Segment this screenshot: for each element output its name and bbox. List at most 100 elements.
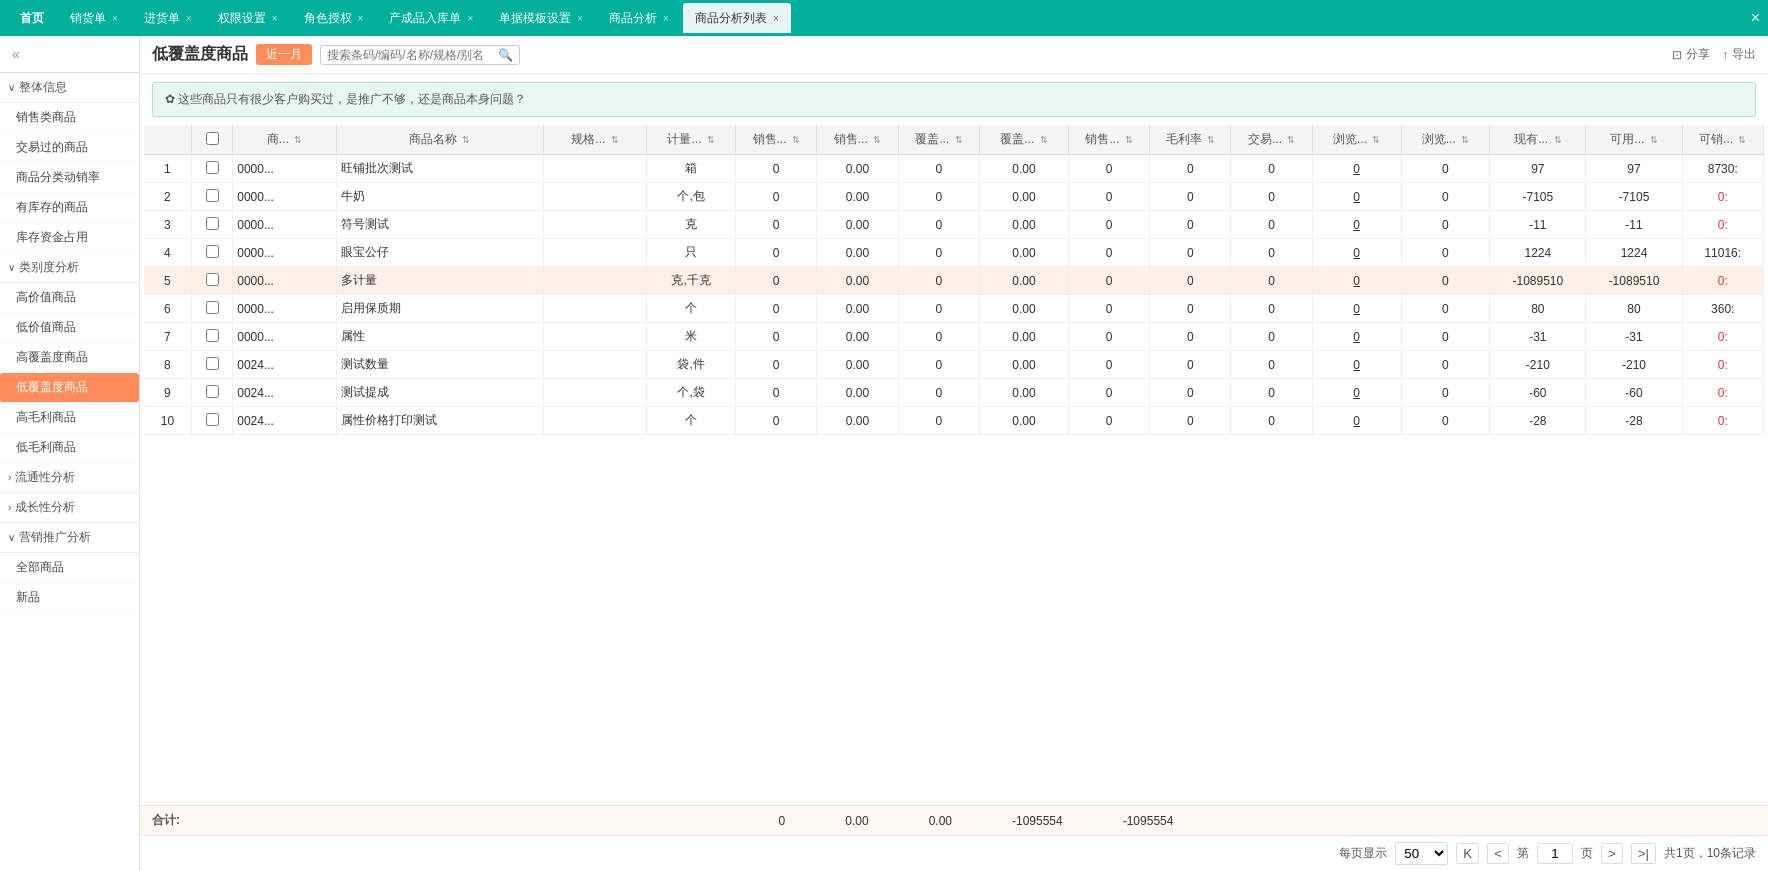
close-icon[interactable]: × bbox=[186, 13, 192, 24]
close-icon[interactable]: × bbox=[663, 13, 669, 24]
nav-tab-purchase[interactable]: 进货单 × bbox=[132, 3, 204, 33]
row-checkbox[interactable] bbox=[206, 357, 219, 370]
sidebar-item-low-coverage[interactable]: 低覆盖度商品 bbox=[0, 373, 139, 403]
nav-tab-goods-analysis[interactable]: 商品分析 × bbox=[597, 3, 681, 33]
cell-browse1[interactable]: 0 bbox=[1312, 379, 1401, 407]
sidebar-item-category-rate[interactable]: 商品分类动销率 bbox=[0, 163, 139, 193]
th-sales2[interactable]: 销售... ⇅ bbox=[817, 125, 898, 155]
next-page-button[interactable]: > bbox=[1601, 843, 1623, 864]
th-cover1[interactable]: 覆盖... ⇅ bbox=[898, 125, 979, 155]
prev-page-button[interactable]: < bbox=[1487, 843, 1509, 864]
sidebar-item-sales-goods[interactable]: 销售类商品 bbox=[0, 103, 139, 133]
close-all-button[interactable]: × bbox=[1751, 9, 1760, 27]
cell-browse1[interactable]: 0 bbox=[1312, 155, 1401, 183]
sidebar-item-low-value[interactable]: 低价值商品 bbox=[0, 313, 139, 343]
row-checkbox[interactable] bbox=[206, 385, 219, 398]
cell-check[interactable] bbox=[191, 407, 232, 435]
last-page-button[interactable]: >| bbox=[1631, 843, 1656, 864]
close-icon[interactable]: × bbox=[773, 13, 779, 24]
nav-tab-role[interactable]: 角色授权 × bbox=[292, 3, 376, 33]
cell-check[interactable] bbox=[191, 351, 232, 379]
nav-tab-product-warehouse[interactable]: 产成品入库单 × bbox=[377, 3, 485, 33]
sidebar-section-category[interactable]: ∨ 类别度分析 bbox=[0, 253, 139, 283]
th-check[interactable] bbox=[191, 125, 232, 155]
nav-tab-permission[interactable]: 权限设置 × bbox=[206, 3, 290, 33]
cell-browse1[interactable]: 0 bbox=[1312, 351, 1401, 379]
sidebar-section-liquidity[interactable]: › 流通性分析 bbox=[0, 463, 139, 493]
cell-browse1[interactable]: 0 bbox=[1312, 239, 1401, 267]
th-browse2[interactable]: 浏览... ⇅ bbox=[1401, 125, 1490, 155]
first-page-button[interactable]: K bbox=[1456, 843, 1479, 864]
th-trade[interactable]: 交易... ⇅ bbox=[1231, 125, 1312, 155]
period-button[interactable]: 近一月 bbox=[256, 44, 312, 65]
cell-check[interactable] bbox=[191, 267, 232, 295]
nav-tab-template[interactable]: 单据模板设置 × bbox=[487, 3, 595, 33]
cell-check[interactable] bbox=[191, 155, 232, 183]
cell-check[interactable] bbox=[191, 379, 232, 407]
close-icon[interactable]: × bbox=[112, 13, 118, 24]
cell-browse1[interactable]: 0 bbox=[1312, 323, 1401, 351]
row-checkbox[interactable] bbox=[206, 273, 219, 286]
close-icon[interactable]: × bbox=[358, 13, 364, 24]
sidebar-item-traded-goods[interactable]: 交易过的商品 bbox=[0, 133, 139, 163]
th-unit[interactable]: 计量... ⇅ bbox=[647, 125, 736, 155]
close-icon[interactable]: × bbox=[272, 13, 278, 24]
th-browse1[interactable]: 浏览... ⇅ bbox=[1312, 125, 1401, 155]
select-all-checkbox[interactable] bbox=[206, 132, 219, 145]
th-spec[interactable]: 规格... ⇅ bbox=[543, 125, 647, 155]
th-avail[interactable]: 可用... ⇅ bbox=[1586, 125, 1682, 155]
nav-tab-home[interactable]: 首页 bbox=[8, 3, 56, 33]
cell-browse1[interactable]: 0 bbox=[1312, 267, 1401, 295]
search-icon[interactable]: 🔍 bbox=[498, 48, 513, 62]
per-page-select[interactable]: 50 100 200 bbox=[1395, 842, 1448, 865]
export-button[interactable]: ↑ 导出 bbox=[1722, 46, 1756, 63]
row-checkbox[interactable] bbox=[206, 217, 219, 230]
row-checkbox[interactable] bbox=[206, 413, 219, 426]
th-sales3[interactable]: 销售... ⇅ bbox=[1068, 125, 1149, 155]
cell-check[interactable] bbox=[191, 183, 232, 211]
sidebar-item-inventory-capital[interactable]: 库存资金占用 bbox=[0, 223, 139, 253]
sidebar-section-marketing[interactable]: ∨ 营销推广分析 bbox=[0, 523, 139, 553]
sidebar-section-growth[interactable]: › 成长性分析 bbox=[0, 493, 139, 523]
sidebar-item-stocked-goods[interactable]: 有库存的商品 bbox=[0, 193, 139, 223]
cell-browse1[interactable]: 0 bbox=[1312, 183, 1401, 211]
data-table-container[interactable]: 商... ⇅ 商品名称 ⇅ 规格... ⇅ 计量... bbox=[140, 125, 1768, 805]
page-number-input[interactable] bbox=[1537, 843, 1573, 864]
cell-browse1[interactable]: 0 bbox=[1312, 211, 1401, 239]
cell-check[interactable] bbox=[191, 323, 232, 351]
table-row: 5 0000... 多计量 克,千克 0 0.00 0 0.00 0 0 0 0… bbox=[144, 267, 1764, 295]
th-name[interactable]: 商品名称 ⇅ bbox=[336, 125, 543, 155]
cell-browse1[interactable]: 0 bbox=[1312, 407, 1401, 435]
share-button[interactable]: ⊡ 分享 bbox=[1672, 46, 1710, 63]
sidebar-item-high-value[interactable]: 高价值商品 bbox=[0, 283, 139, 313]
cell-browse1[interactable]: 0 bbox=[1312, 295, 1401, 323]
collapse-button[interactable]: « bbox=[8, 42, 24, 66]
th-code[interactable]: 商... ⇅ bbox=[233, 125, 337, 155]
row-checkbox[interactable] bbox=[206, 189, 219, 202]
row-checkbox[interactable] bbox=[206, 161, 219, 174]
nav-tab-goods-analysis-list[interactable]: 商品分析列表 × bbox=[683, 3, 791, 33]
th-sell[interactable]: 可销... ⇅ bbox=[1682, 125, 1763, 155]
cell-check[interactable] bbox=[191, 239, 232, 267]
th-sales1[interactable]: 销售... ⇅ bbox=[736, 125, 817, 155]
sidebar-item-low-margin[interactable]: 低毛利商品 bbox=[0, 433, 139, 463]
cell-check[interactable] bbox=[191, 211, 232, 239]
sidebar-section-overall[interactable]: ∨ 整体信息 bbox=[0, 73, 139, 103]
close-icon[interactable]: × bbox=[577, 13, 583, 24]
sidebar-item-high-coverage[interactable]: 高覆盖度商品 bbox=[0, 343, 139, 373]
sidebar-item-new-goods[interactable]: 新品 bbox=[0, 583, 139, 613]
row-checkbox[interactable] bbox=[206, 329, 219, 342]
row-checkbox[interactable] bbox=[206, 245, 219, 258]
cell-check[interactable] bbox=[191, 295, 232, 323]
th-gross[interactable]: 毛利率 ⇅ bbox=[1150, 125, 1231, 155]
search-input[interactable] bbox=[327, 48, 498, 62]
nav-tab-sales[interactable]: 销货单 × bbox=[58, 3, 130, 33]
sidebar-item-high-margin[interactable]: 高毛利商品 bbox=[0, 403, 139, 433]
cell-code: 0000... bbox=[233, 239, 337, 267]
sidebar-item-all-goods[interactable]: 全部商品 bbox=[0, 553, 139, 583]
footer-avail-total: -1095554 bbox=[1123, 814, 1174, 828]
th-cover2[interactable]: 覆盖... ⇅ bbox=[980, 125, 1069, 155]
th-curr1[interactable]: 现有... ⇅ bbox=[1490, 125, 1586, 155]
row-checkbox[interactable] bbox=[206, 301, 219, 314]
close-icon[interactable]: × bbox=[467, 13, 473, 24]
